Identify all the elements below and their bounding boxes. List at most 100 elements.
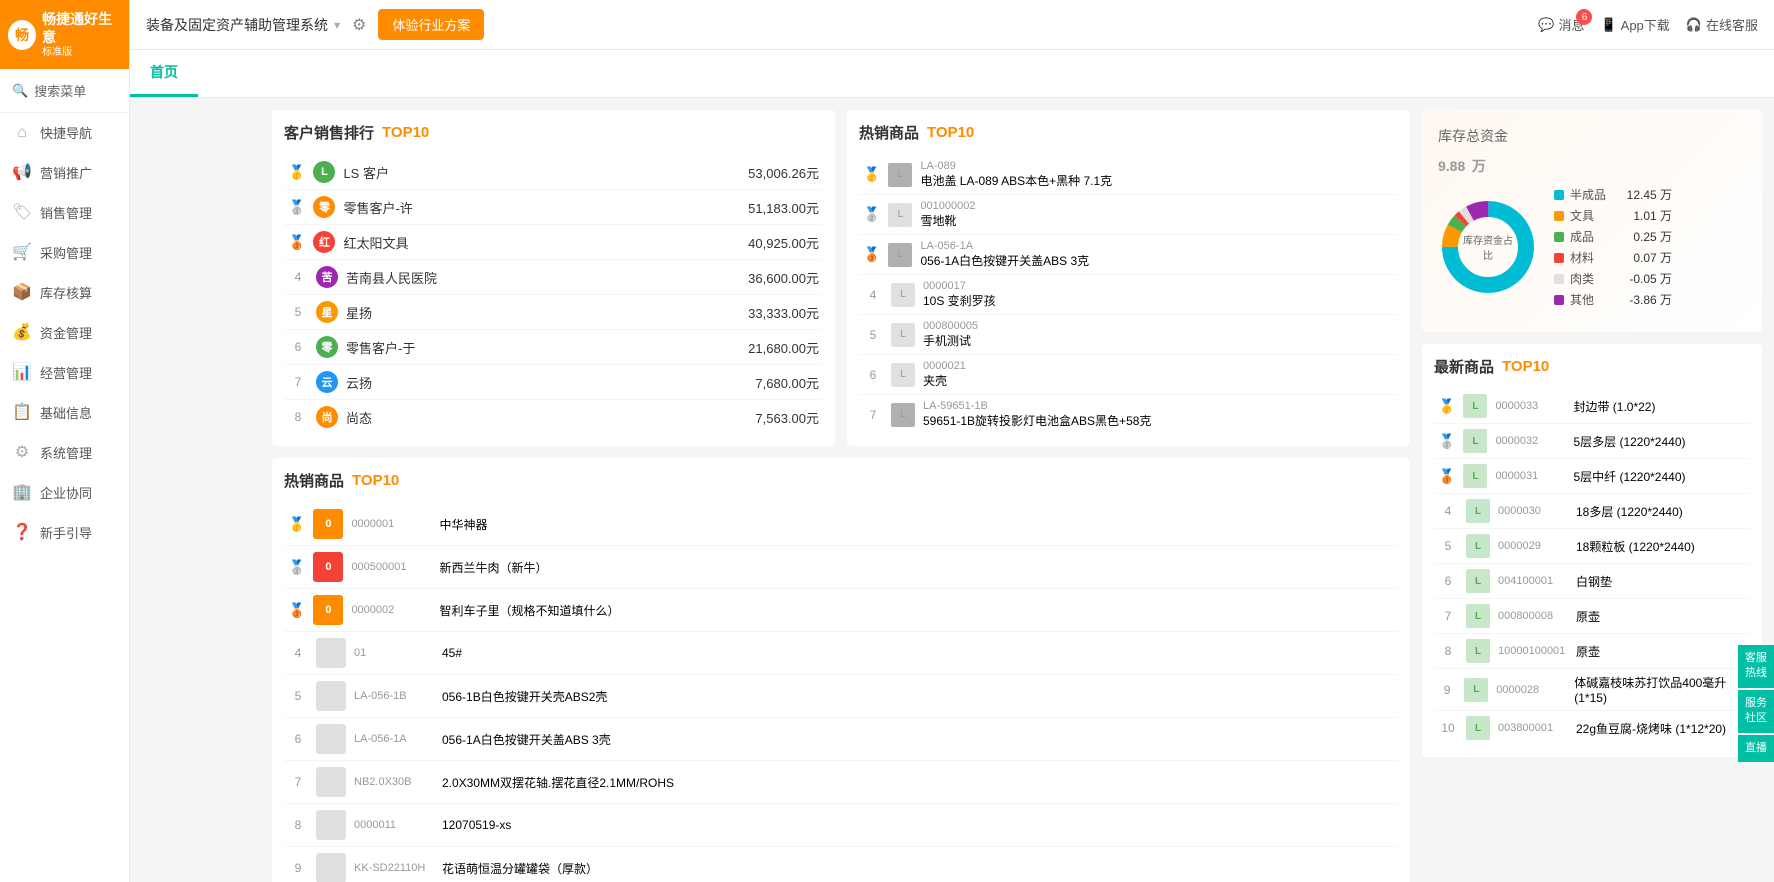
legend-value: -3.86 万: [1612, 291, 1672, 308]
cs-hotline-button[interactable]: 客服 热线: [1738, 645, 1774, 688]
legend-label: 材料: [1570, 249, 1606, 266]
sidebar: 畅 畅捷通好生意 标准版 🔍 搜索菜单 ⌂快捷导航📢营销推广🏷销售管理 🛒 采购管理…: [0, 0, 130, 882]
hot-product-main-row: 🥇 0 0000001 中华神器: [284, 503, 1398, 546]
hot-product-name: 056-1B白色按键开关壳ABS2壳: [442, 688, 607, 705]
hot-product-main-row: 5 LA-056-1B 056-1B白色按键开关壳ABS2壳: [284, 675, 1398, 718]
customer-name: 红太阳文具: [343, 233, 740, 252]
new-products-title: 最新商品 TOP10: [1434, 356, 1750, 377]
main-area: 装备及固定资产辅助管理系统 ▾ ⚙ 体验行业方案 💬 消息 6 📱 App下载 …: [130, 0, 1774, 882]
nav-label-purchase: 采购管理: [40, 243, 92, 262]
customer-list: 🥇 L LS 客户 53,006.26元 🥈 零 零售客户-许 51,183.0…: [284, 155, 823, 434]
legend-label: 文具: [1570, 207, 1606, 224]
hot-products-main-list: 🥇 0 0000001 中华神器 🥈 0 000500001 新西兰牛肉（新牛）…: [284, 503, 1398, 882]
sidebar-item-finance[interactable]: 💰资金管理: [0, 312, 129, 352]
product-name: 电池盖 LA-089 ABS本色+黑种 7.1克: [920, 172, 1112, 189]
new-products-top10: TOP10: [1502, 358, 1549, 375]
tab-home[interactable]: 首页: [130, 50, 198, 97]
nav-icon-quick-nav: ⌂: [12, 124, 32, 142]
new-products-list: 🥇 L 0000033 封边带 (1.0*22) 🥈 L 0000032 5层多…: [1434, 389, 1750, 745]
hot-product-main-row: 4 01 45#: [284, 632, 1398, 675]
nav-label-system: 系统管理: [40, 443, 92, 462]
hot-products-right-title: 热销商品 TOP10: [859, 122, 1398, 143]
dropdown-arrow-icon[interactable]: ▾: [334, 18, 340, 32]
logo-text: 畅捷通好生意 标准版: [42, 10, 121, 59]
legend-label: 半成品: [1570, 186, 1606, 203]
new-product-thumb: L: [1466, 569, 1490, 593]
sidebar-item-purchase[interactable]: 🛒 采购管理: [0, 232, 129, 272]
customer-amount: 53,006.26元: [748, 163, 819, 182]
new-product-thumb: L: [1466, 534, 1490, 558]
rank-num: 6: [288, 340, 308, 354]
brand-name: 畅捷通好生意: [42, 10, 121, 46]
rank-medal: 🥈: [863, 206, 880, 223]
inventory-card: 库存总资金 9.88 万 库存资金占比: [1422, 110, 1762, 332]
sidebar-nav: ⌂快捷导航📢营销推广🏷销售管理 🛒 采购管理 📦库存核算💰资金管理📊经营管理📋基础信息…: [0, 113, 129, 552]
sidebar-item-system[interactable]: ⚙系统管理: [0, 432, 129, 472]
app-download-action[interactable]: 📱 App下载: [1600, 15, 1669, 34]
new-product-code: 0000033: [1495, 400, 1565, 412]
customer-amount: 51,183.00元: [748, 198, 819, 217]
hot-product-name: 056-1A白色按键开关盖ABS 3壳: [442, 731, 611, 748]
hot-products-main-top10: TOP10: [352, 472, 399, 489]
cs-community-button[interactable]: 服务 社区: [1738, 690, 1774, 733]
customer-ranking-title-text: 客户销售排行: [284, 122, 374, 143]
hot-product-main-row: 6 LA-056-1A 056-1A白色按键开关盖ABS 3壳: [284, 718, 1398, 761]
customer-badge: 星: [316, 301, 338, 323]
nav-icon-finance: 💰: [12, 322, 32, 342]
hot-product-right-row: 🥇 L LA-089 电池盖 LA-089 ABS本色+黑种 7.1克: [859, 155, 1398, 195]
product-thumb: L: [891, 403, 915, 427]
customer-name: 星扬: [346, 303, 740, 322]
hot-product-main-row: 8 0000011 12070519-xs: [284, 804, 1398, 847]
cs-live-button[interactable]: 直播: [1738, 735, 1774, 762]
hot-products-right-top10: TOP10: [927, 124, 974, 141]
sidebar-item-quick-nav[interactable]: ⌂快捷导航: [0, 113, 129, 152]
rank-num: 7: [288, 775, 308, 789]
product-name: 夹壳: [923, 372, 966, 389]
legend-value: 1.01 万: [1612, 207, 1672, 224]
customer-ranking-title: 客户销售排行 TOP10: [284, 122, 823, 143]
product-code: 0000017: [923, 280, 996, 292]
app-download-label: App下载: [1621, 15, 1670, 34]
sidebar-item-marketing[interactable]: 📢营销推广: [0, 152, 129, 192]
nav-icon-purchase: 🛒: [12, 242, 32, 262]
sidebar-item-guide[interactable]: ❓新手引导: [0, 512, 129, 552]
rank-num: 9: [1438, 683, 1456, 697]
nav-label-collab: 企业协同: [40, 483, 92, 502]
hot-products-right-list: 🥇 L LA-089 电池盖 LA-089 ABS本色+黑种 7.1克 🥈 L …: [859, 155, 1398, 434]
product-info: 000800005 手机测试: [923, 320, 978, 349]
hot-product-thumb: [316, 638, 346, 668]
search-menu-button[interactable]: 🔍 搜索菜单: [8, 77, 121, 104]
sidebar-logo: 畅 畅捷通好生意 标准版: [0, 0, 129, 69]
customer-badge: 零: [316, 336, 338, 358]
rank-medal-3: 🥉: [288, 234, 305, 251]
rank-num: 8: [288, 818, 308, 832]
brand-sub: 标准版: [42, 46, 121, 59]
hot-product-thumb: 0: [313, 552, 343, 582]
product-code: LA-089: [920, 160, 1112, 172]
online-service-action[interactable]: 🎧 在线客服: [1686, 15, 1758, 34]
nav-icon-collab: 🏢: [12, 482, 32, 502]
sidebar-search-section: 🔍 搜索菜单: [0, 69, 129, 113]
rank-num: 7: [288, 375, 308, 389]
rank-num: 5: [288, 305, 308, 319]
product-code: 0000021: [923, 360, 966, 372]
sidebar-item-operations[interactable]: 📊经营管理: [0, 352, 129, 392]
rank-num: 4: [1438, 504, 1458, 518]
sidebar-item-inventory[interactable]: 📦库存核算: [0, 272, 129, 312]
new-product-code: 0000029: [1498, 540, 1568, 552]
customer-amount: 7,680.00元: [755, 373, 819, 392]
customer-name: LS 客户: [343, 163, 740, 182]
settings-button[interactable]: ⚙: [352, 15, 366, 35]
hot-product-thumb: [316, 810, 346, 840]
inventory-legend: 半成品 12.45 万 文具 1.01 万 成品 0.25 万 材料 0.07 …: [1554, 186, 1672, 308]
new-product-row: 9 L 0000028 体碱嘉枝味苏打饮品400毫升 (1*15): [1434, 669, 1750, 711]
trial-button[interactable]: 体验行业方案: [378, 9, 484, 40]
hot-product-code: KK-SD22110H: [354, 862, 434, 874]
sidebar-item-sales[interactable]: 🏷销售管理: [0, 192, 129, 232]
nav-icon-basic-info: 📋: [12, 402, 32, 422]
rank-num: 10: [1438, 721, 1458, 735]
legend-item-0: 半成品 12.45 万: [1554, 186, 1672, 203]
message-action[interactable]: 💬 消息 6: [1538, 15, 1584, 34]
sidebar-item-basic-info[interactable]: 📋基础信息: [0, 392, 129, 432]
sidebar-item-collab[interactable]: 🏢 企业协同: [0, 472, 129, 512]
